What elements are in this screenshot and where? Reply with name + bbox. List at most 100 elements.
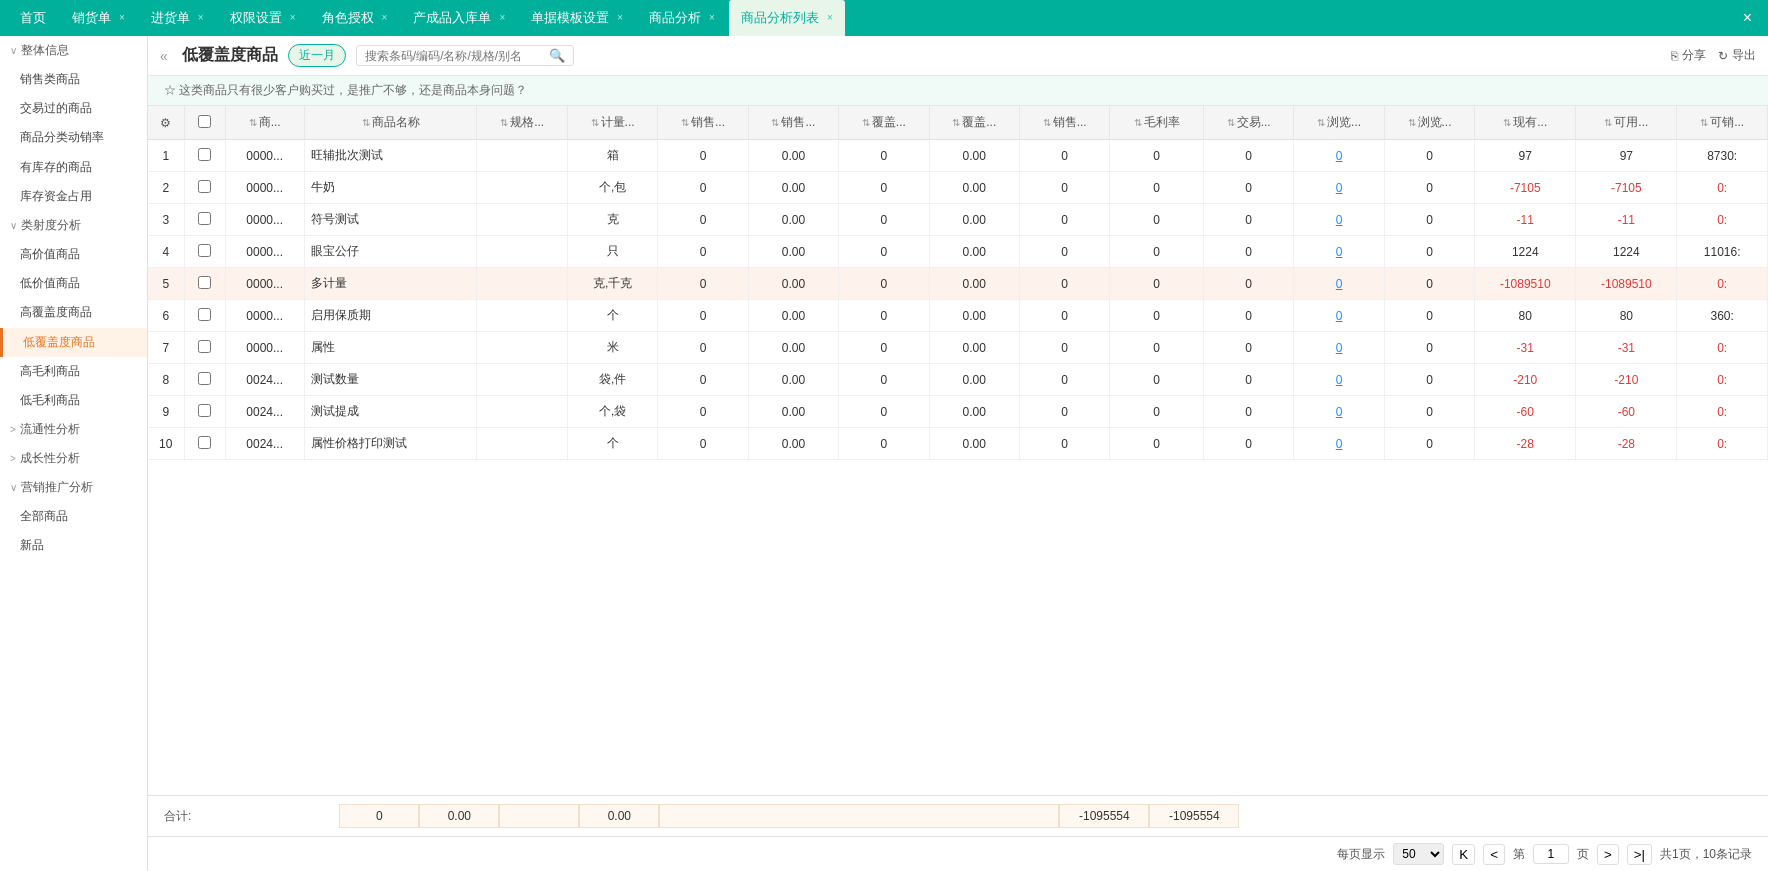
view1-link[interactable]: 0 <box>1336 437 1343 451</box>
row-select-checkbox[interactable] <box>198 180 211 193</box>
code-column-header[interactable]: ⇅商... <box>225 106 304 140</box>
page-number-input[interactable] <box>1533 844 1569 864</box>
sidebar-item-sales-products[interactable]: 销售类商品 <box>0 65 147 94</box>
view1-column-header[interactable]: ⇅浏览... <box>1294 106 1384 140</box>
per-page-select[interactable]: 50 20 100 200 <box>1393 843 1444 865</box>
saleable-column-header[interactable]: ⇅可销... <box>1677 106 1768 140</box>
row-checkbox[interactable] <box>184 300 225 332</box>
sidebar-item-high-margin[interactable]: 高毛利商品 <box>0 357 147 386</box>
sidebar-item-high-coverage[interactable]: 高覆盖度商品 <box>0 298 147 327</box>
row-select-checkbox[interactable] <box>198 276 211 289</box>
close-icon[interactable]: × <box>290 0 296 36</box>
view1-link[interactable]: 0 <box>1336 341 1343 355</box>
unit-column-header[interactable]: ⇅计量... <box>567 106 657 140</box>
spec-column-header[interactable]: ⇅规格... <box>477 106 567 140</box>
close-icon[interactable]: × <box>499 0 505 36</box>
row-view1[interactable]: 0 <box>1294 332 1384 364</box>
sidebar-section-overall[interactable]: ∨ 整体信息 <box>0 36 147 65</box>
row-checkbox[interactable] <box>184 236 225 268</box>
next-page-button[interactable]: > <box>1597 844 1619 865</box>
coverage1-column-header[interactable]: ⇅覆盖... <box>839 106 929 140</box>
name-column-header[interactable]: ⇅商品名称 <box>304 106 477 140</box>
view1-link[interactable]: 0 <box>1336 245 1343 259</box>
data-table-wrapper[interactable]: ⚙ ⇅商... ⇅商品名称 ⇅规格... ⇅计量... ⇅销售... ⇅销售..… <box>148 106 1768 795</box>
sales-amount-column-header[interactable]: ⇅销售... <box>748 106 838 140</box>
view1-link[interactable]: 0 <box>1336 149 1343 163</box>
row-checkbox[interactable] <box>184 140 225 172</box>
first-page-button[interactable]: K <box>1452 844 1475 865</box>
view1-link[interactable]: 0 <box>1336 405 1343 419</box>
sidebar-section-growth-analysis[interactable]: > 成长性分析 <box>0 444 147 473</box>
row-view1[interactable]: 0 <box>1294 268 1384 300</box>
sidebar-item-high-value[interactable]: 高价值商品 <box>0 240 147 269</box>
row-checkbox[interactable] <box>184 396 225 428</box>
sidebar-item-low-value[interactable]: 低价值商品 <box>0 269 147 298</box>
row-view1[interactable]: 0 <box>1294 172 1384 204</box>
window-close-button[interactable]: × <box>1735 9 1760 27</box>
sidebar-item-traded-products[interactable]: 交易过的商品 <box>0 94 147 123</box>
row-checkbox[interactable] <box>184 172 225 204</box>
row-view1[interactable]: 0 <box>1294 300 1384 332</box>
close-icon[interactable]: × <box>827 0 833 36</box>
sidebar-item-new-products[interactable]: 新品 <box>0 531 147 560</box>
row-checkbox[interactable] <box>184 332 225 364</box>
export-button[interactable]: ↻ 导出 <box>1718 47 1756 64</box>
nav-sales[interactable]: 销货单 × <box>60 0 137 36</box>
close-icon[interactable]: × <box>198 0 204 36</box>
nav-product-analysis[interactable]: 商品分析 × <box>637 0 727 36</box>
checkbox-column-header[interactable] <box>184 106 225 140</box>
sales-count-column-header[interactable]: ⇅销售... <box>658 106 748 140</box>
view1-link[interactable]: 0 <box>1336 277 1343 291</box>
nav-product-entry[interactable]: 产成品入库单 × <box>401 0 517 36</box>
row-select-checkbox[interactable] <box>198 404 211 417</box>
settings-column-header[interactable]: ⚙ <box>148 106 184 140</box>
current-column-header[interactable]: ⇅现有... <box>1475 106 1576 140</box>
search-input[interactable] <box>365 49 545 63</box>
row-select-checkbox[interactable] <box>198 148 211 161</box>
transaction-column-header[interactable]: ⇅交易... <box>1203 106 1293 140</box>
nav-role[interactable]: 角色授权 × <box>310 0 400 36</box>
row-select-checkbox[interactable] <box>198 308 211 321</box>
row-view1[interactable]: 0 <box>1294 236 1384 268</box>
sidebar-item-low-margin[interactable]: 低毛利商品 <box>0 386 147 415</box>
row-select-checkbox[interactable] <box>198 212 211 225</box>
close-icon[interactable]: × <box>382 0 388 36</box>
view1-link[interactable]: 0 <box>1336 181 1343 195</box>
sidebar-section-flow-analysis[interactable]: > 流通性分析 <box>0 415 147 444</box>
close-icon[interactable]: × <box>617 0 623 36</box>
row-checkbox[interactable] <box>184 268 225 300</box>
row-select-checkbox[interactable] <box>198 372 211 385</box>
select-all-checkbox[interactable] <box>198 115 211 128</box>
margin-column-header[interactable]: ⇅毛利率 <box>1110 106 1204 140</box>
nav-purchase[interactable]: 进货单 × <box>139 0 216 36</box>
sidebar-section-marketing-analysis[interactable]: ∨ 营销推广分析 <box>0 473 147 502</box>
row-view1[interactable]: 0 <box>1294 364 1384 396</box>
sidebar-item-in-stock[interactable]: 有库存的商品 <box>0 153 147 182</box>
available-column-header[interactable]: ⇅可用... <box>1576 106 1677 140</box>
close-icon[interactable]: × <box>119 0 125 36</box>
close-icon[interactable]: × <box>709 0 715 36</box>
view1-link[interactable]: 0 <box>1336 213 1343 227</box>
view2-column-header[interactable]: ⇅浏览... <box>1384 106 1474 140</box>
row-view1[interactable]: 0 <box>1294 428 1384 460</box>
sidebar-item-category-rate[interactable]: 商品分类动销率 <box>0 123 147 152</box>
sidebar-item-inventory-funds[interactable]: 库存资金占用 <box>0 182 147 211</box>
sidebar-collapse-button[interactable]: « <box>160 48 168 64</box>
sidebar-section-class-analysis[interactable]: ∨ 类射度分析 <box>0 211 147 240</box>
nav-permissions[interactable]: 权限设置 × <box>218 0 308 36</box>
view1-link[interactable]: 0 <box>1336 373 1343 387</box>
nav-home[interactable]: 首页 <box>8 0 58 36</box>
row-view1[interactable]: 0 <box>1294 140 1384 172</box>
row-select-checkbox[interactable] <box>198 244 211 257</box>
nav-product-analysis-list[interactable]: 商品分析列表 × <box>729 0 845 36</box>
row-select-checkbox[interactable] <box>198 436 211 449</box>
sidebar-item-all-products[interactable]: 全部商品 <box>0 502 147 531</box>
sidebar-item-low-coverage[interactable]: 低覆盖度商品 <box>0 328 147 357</box>
row-checkbox[interactable] <box>184 204 225 236</box>
coverage2-column-header[interactable]: ⇅覆盖... <box>929 106 1019 140</box>
row-select-checkbox[interactable] <box>198 340 211 353</box>
sales-val-column-header[interactable]: ⇅销售... <box>1019 106 1109 140</box>
row-view1[interactable]: 0 <box>1294 396 1384 428</box>
prev-page-button[interactable]: < <box>1483 844 1505 865</box>
share-button[interactable]: ⎘ 分享 <box>1671 47 1706 64</box>
